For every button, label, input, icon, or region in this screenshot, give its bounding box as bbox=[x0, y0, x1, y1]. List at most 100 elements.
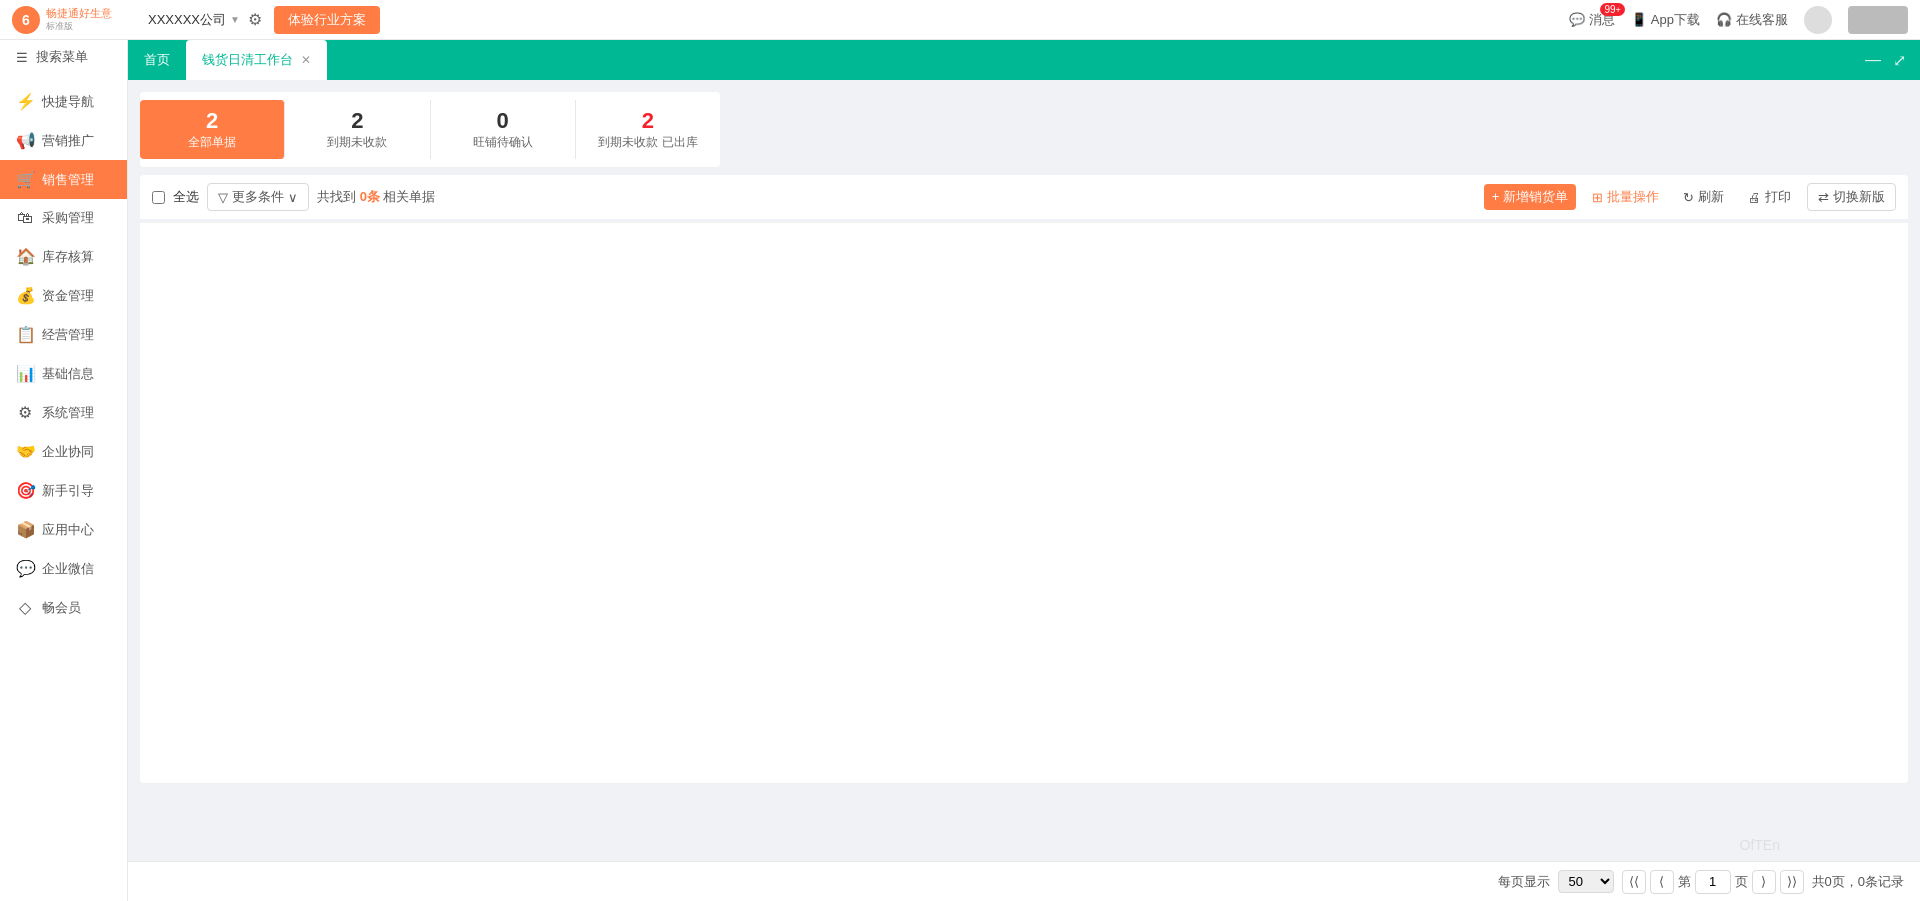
trial-button[interactable]: 体验行业方案 bbox=[274, 6, 380, 34]
page-input[interactable] bbox=[1695, 870, 1731, 894]
sidebar-item-management[interactable]: 📋 经营管理 bbox=[0, 315, 127, 354]
stat-tabs: 2 全部单据 2 到期未收款 0 旺铺待确认 2 到期未收款 已出库 bbox=[140, 92, 720, 167]
sidebar-item-label: 应用中心 bbox=[42, 521, 94, 539]
online-service-label: 在线客服 bbox=[1736, 11, 1788, 29]
page-suffix: 页 bbox=[1735, 873, 1748, 891]
stat-tab-all-num: 2 bbox=[156, 108, 268, 134]
stat-tab-overdue-num: 2 bbox=[301, 108, 413, 134]
sidebar-item-label: 采购管理 bbox=[42, 209, 94, 227]
message-item[interactable]: 💬 消息 99+ bbox=[1569, 11, 1615, 29]
sidebar-item-app-center[interactable]: 📦 应用中心 bbox=[0, 510, 127, 549]
tab-work-bench[interactable]: 钱货日清工作台 ✕ bbox=[186, 40, 327, 80]
sidebar-item-finance[interactable]: 💰 资金管理 bbox=[0, 276, 127, 315]
logo-icon: 6 bbox=[12, 6, 40, 34]
base-info-icon: 📊 bbox=[16, 364, 34, 383]
tab-minimize-button[interactable]: — bbox=[1859, 47, 1887, 73]
switch-version-button[interactable]: ⇄ 切换新版 bbox=[1807, 183, 1896, 211]
stat-tab-shipped-label: 到期未收款 已出库 bbox=[598, 135, 697, 149]
system-icon: ⚙ bbox=[16, 403, 34, 422]
sidebar-item-enterprise[interactable]: 🤝 企业协同 bbox=[0, 432, 127, 471]
pagination-summary: 共0页，0条记录 bbox=[1812, 873, 1904, 891]
sidebar-item-purchase[interactable]: 🛍 采购管理 bbox=[0, 199, 127, 237]
toolbar-right: + 新增销货单 ⊞ 批量操作 ↻ 刷新 🖨 打印 ⇄ 切换新版 bbox=[1484, 183, 1896, 211]
print-button[interactable]: 🖨 打印 bbox=[1740, 184, 1799, 210]
stat-tab-all[interactable]: 2 全部单据 bbox=[140, 100, 285, 159]
sidebar-item-label: 营销推广 bbox=[42, 132, 94, 150]
avatar[interactable] bbox=[1804, 6, 1832, 34]
message-icon: 💬 bbox=[1569, 12, 1585, 27]
sidebar-item-guide[interactable]: 🎯 新手引导 bbox=[0, 471, 127, 510]
stat-tab-pending-num: 0 bbox=[447, 108, 559, 134]
sidebar-item-member[interactable]: ◇ 畅会员 bbox=[0, 588, 127, 627]
stat-tab-overdue[interactable]: 2 到期未收款 bbox=[285, 100, 430, 159]
online-service-item[interactable]: 🎧 在线客服 bbox=[1716, 11, 1788, 29]
found-text: 共找到 0条 相关单据 bbox=[317, 188, 435, 206]
management-icon: 📋 bbox=[16, 325, 34, 344]
app-download-label: App下载 bbox=[1651, 11, 1700, 29]
app-name: 畅捷通好生意 bbox=[46, 6, 112, 20]
sidebar-item-inventory[interactable]: 🏠 库存核算 bbox=[0, 237, 127, 276]
bottom-bar: 每页显示 50 10 20 100 ⟨⟨ ⟨ 第 页 ⟩ ⟩⟩ 共0页，0条记录 bbox=[128, 861, 1920, 901]
company-selector[interactable]: XXXXXX公司 ▼ bbox=[148, 11, 240, 29]
page-last-button[interactable]: ⟩⟩ bbox=[1780, 870, 1804, 894]
refresh-button[interactable]: ↻ 刷新 bbox=[1675, 184, 1732, 210]
add-order-button[interactable]: + 新增销货单 bbox=[1484, 184, 1576, 210]
sidebar-item-quick-nav[interactable]: ⚡ 快捷导航 bbox=[0, 82, 127, 121]
purchase-icon: 🛍 bbox=[16, 209, 34, 227]
switch-label: 切换新版 bbox=[1833, 188, 1885, 206]
sidebar-item-label: 库存核算 bbox=[42, 248, 94, 266]
finance-icon: 💰 bbox=[16, 286, 34, 305]
sidebar-item-label: 企业微信 bbox=[42, 560, 94, 578]
marketing-icon: 📢 bbox=[16, 131, 34, 150]
avatar2[interactable] bbox=[1848, 6, 1908, 34]
sales-icon: 🛒 bbox=[16, 170, 34, 189]
enterprise-icon: 🤝 bbox=[16, 442, 34, 461]
quick-nav-icon: ⚡ bbox=[16, 92, 34, 111]
select-all-checkbox[interactable] bbox=[152, 191, 165, 204]
filter-label: 更多条件 bbox=[232, 188, 284, 206]
table-area bbox=[140, 223, 1908, 783]
toolbar: 全选 ▽ 更多条件 ∨ 共找到 0条 相关单据 + 新增销货单 ⊞ 批量操作 ↻… bbox=[140, 175, 1908, 219]
stat-tab-shipped[interactable]: 2 到期未收款 已出库 bbox=[576, 100, 720, 159]
tab-home[interactable]: 首页 bbox=[128, 40, 186, 80]
sidebar-item-base-info[interactable]: 📊 基础信息 bbox=[0, 354, 127, 393]
sidebar-item-label: 销售管理 bbox=[42, 171, 94, 189]
pagination: ⟨⟨ ⟨ 第 页 ⟩ ⟩⟩ bbox=[1622, 870, 1804, 894]
batch-button[interactable]: ⊞ 批量操作 bbox=[1584, 184, 1667, 210]
print-icon: 🖨 bbox=[1748, 190, 1761, 205]
message-badge: 99+ bbox=[1600, 3, 1624, 16]
sidebar-item-label: 系统管理 bbox=[42, 404, 94, 422]
settings-icon[interactable]: ⚙ bbox=[248, 10, 262, 29]
filter-button[interactable]: ▽ 更多条件 ∨ bbox=[207, 183, 309, 211]
app-center-icon: 📦 bbox=[16, 520, 34, 539]
sidebar-menu: ⚡ 快捷导航 📢 营销推广 🛒 销售管理 🛍 采购管理 🏠 库存核算 💰 资金管… bbox=[0, 82, 127, 627]
sidebar-item-wechat[interactable]: 💬 企业微信 bbox=[0, 549, 127, 588]
app-download-item[interactable]: 📱 App下载 bbox=[1631, 11, 1700, 29]
main-content: 2 全部单据 2 到期未收款 0 旺铺待确认 2 到期未收款 已出库 全选 ▽ … bbox=[128, 80, 1920, 901]
stat-tab-pending[interactable]: 0 旺铺待确认 bbox=[431, 100, 576, 159]
page-next-button[interactable]: ⟩ bbox=[1752, 870, 1776, 894]
batch-icon: ⊞ bbox=[1592, 190, 1603, 205]
found-suffix: 相关单据 bbox=[383, 189, 435, 204]
tab-maximize-button[interactable]: ⤢ bbox=[1887, 47, 1912, 74]
logo-area: 6 畅捷通好生意 标准版 bbox=[12, 6, 140, 34]
search-menu-label: 搜索菜单 bbox=[36, 48, 88, 66]
guide-icon: 🎯 bbox=[16, 481, 34, 500]
per-page-select[interactable]: 50 10 20 100 bbox=[1558, 870, 1614, 893]
search-menu-item[interactable]: ☰ 搜索菜单 bbox=[0, 40, 127, 74]
sidebar-item-label: 新手引导 bbox=[42, 482, 94, 500]
sidebar-item-marketing[interactable]: 📢 营销推广 bbox=[0, 121, 127, 160]
sidebar-item-system[interactable]: ⚙ 系统管理 bbox=[0, 393, 127, 432]
service-icon: 🎧 bbox=[1716, 12, 1732, 27]
search-icon: ☰ bbox=[16, 50, 28, 65]
sidebar-item-label: 企业协同 bbox=[42, 443, 94, 461]
page-first-button[interactable]: ⟨⟨ bbox=[1622, 870, 1646, 894]
sidebar-item-sales[interactable]: 🛒 销售管理 bbox=[0, 160, 127, 199]
switch-icon: ⇄ bbox=[1818, 190, 1829, 205]
sidebar-item-label: 快捷导航 bbox=[42, 93, 94, 111]
tab-close-icon[interactable]: ✕ bbox=[301, 53, 311, 67]
page-prev-button[interactable]: ⟨ bbox=[1650, 870, 1674, 894]
tab-home-label: 首页 bbox=[144, 51, 170, 69]
toolbar-left: 全选 ▽ 更多条件 ∨ 共找到 0条 相关单据 bbox=[152, 183, 1476, 211]
wechat-icon: 💬 bbox=[16, 559, 34, 578]
